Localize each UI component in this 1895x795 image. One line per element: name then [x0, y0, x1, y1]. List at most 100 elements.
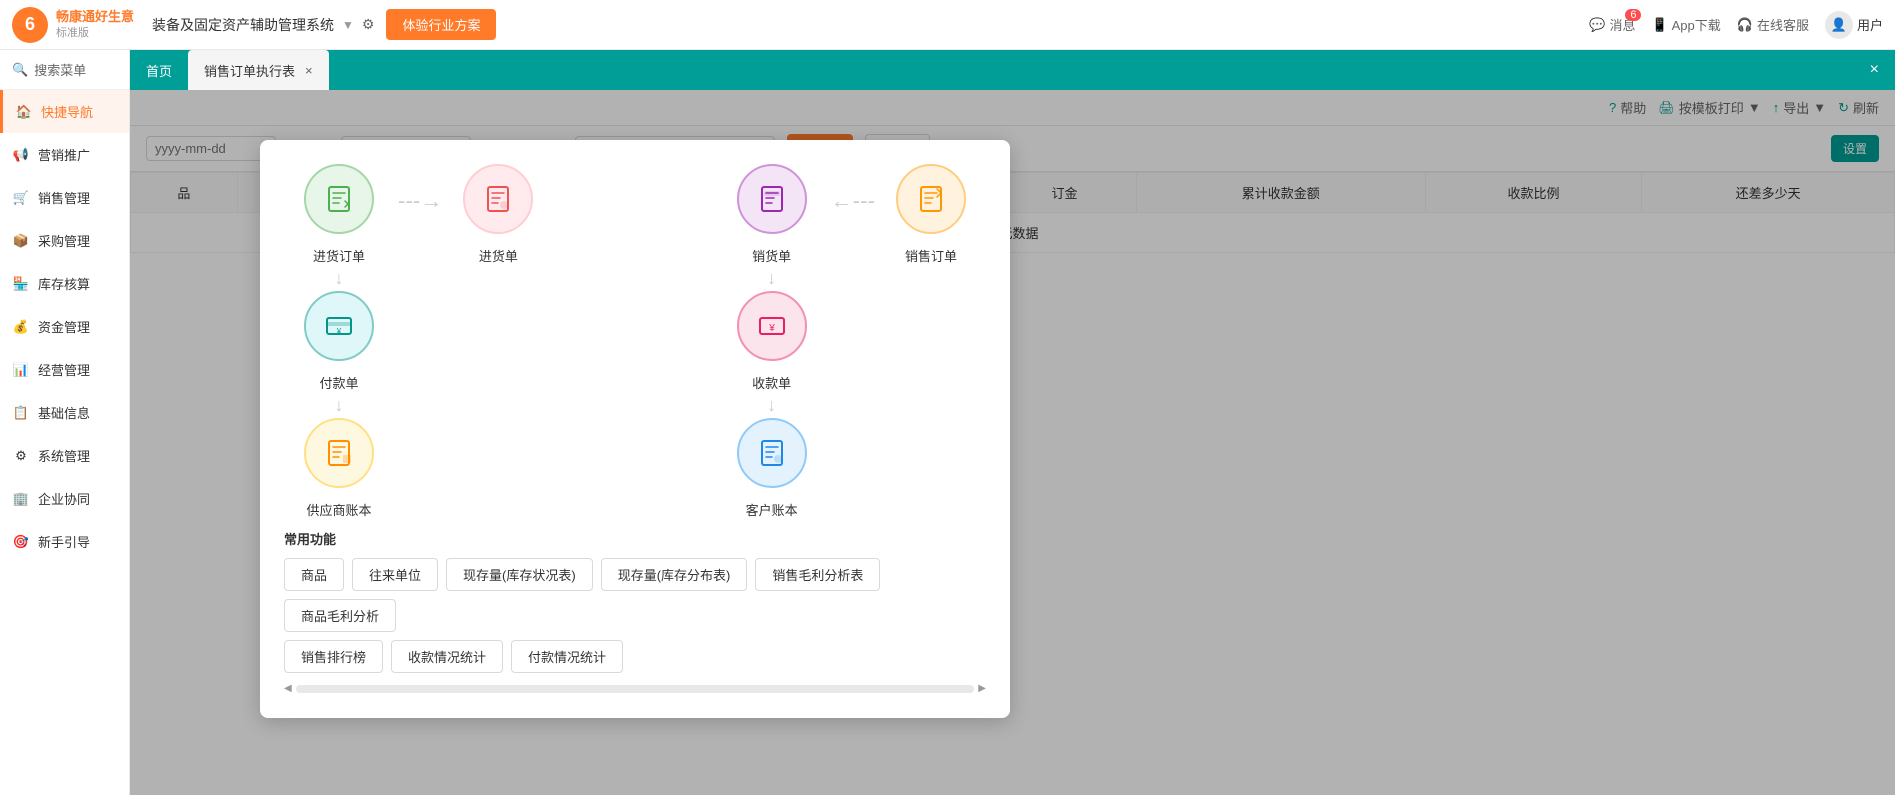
message-badge: 6 [1625, 9, 1641, 21]
tab-sales-order-label: 销售订单执行表 [204, 61, 295, 80]
message-icon: 💬 [1589, 17, 1605, 33]
sidebar-item-marketing[interactable]: 📢 营销推广 [0, 133, 129, 176]
purchase-order-circle [304, 164, 374, 234]
marketing-icon: 📢 [12, 146, 30, 164]
func-btn-stock-status[interactable]: 现存量(库存状况表) [446, 558, 593, 591]
sidebar-item-finance[interactable]: 💰 资金管理 [0, 305, 129, 348]
page-content: ? 帮助 🖨 按模板打印 ▼ ↑ 导出 ▼ [130, 90, 1895, 795]
newbie-icon: 🎯 [12, 533, 30, 551]
down-arrow-3: ↓ [335, 396, 344, 414]
sidebar-item-operations[interactable]: 📊 经营管理 [0, 348, 129, 391]
func-btn-product[interactable]: 商品 [284, 558, 344, 591]
sales-bill-circle [737, 164, 807, 234]
sidebar-item-label-quick-nav: 快捷导航 [41, 102, 93, 121]
supplier-ledger-circle [304, 418, 374, 488]
online-service-button[interactable]: 🎧 在线客服 [1737, 15, 1809, 34]
purchase-order-label: 进货订单 [313, 246, 365, 265]
func-buttons-row2: 销售排行榜 收款情况统计 付款情况统计 [284, 640, 986, 673]
app-download-label: App下载 [1672, 15, 1721, 34]
settings-gear-icon[interactable]: ⚙ [362, 16, 375, 33]
logo-text: 畅康通好生意 标准版 [56, 9, 134, 40]
scroll-row: ◀ ▶ [284, 683, 986, 694]
message-button[interactable]: 💬 消息 6 [1589, 15, 1635, 34]
flow-item-purchase-order[interactable]: 进货订单 [304, 164, 374, 265]
flow-item-sales-bill[interactable]: 销货单 [737, 164, 807, 265]
sidebar-item-label-purchase: 采购管理 [38, 231, 90, 250]
svg-text:¥: ¥ [768, 323, 775, 334]
sidebar-item-corp[interactable]: 🏢 企业协同 [0, 477, 129, 520]
tab-home[interactable]: 首页 [130, 50, 188, 90]
func-btn-sales-gross[interactable]: 销售毛利分析表 [755, 558, 880, 591]
customer-ledger-label: 客户账本 [746, 500, 798, 519]
tab-close-icon[interactable]: × [305, 63, 313, 78]
payment-label: 付款单 [319, 373, 358, 392]
mobile-icon: 📱 [1651, 17, 1667, 33]
sidebar-item-inventory[interactable]: 🏪 库存核算 [0, 262, 129, 305]
flow-item-sales-order[interactable]: 销售订单 [896, 164, 966, 265]
sidebar-item-label-corp: 企业协同 [38, 489, 90, 508]
logo-area: 6 畅康通好生意 标准版 [12, 7, 142, 43]
flow-modal: 进货订单 ↓ ¥ 付款单 ↓ [260, 140, 1010, 718]
tab-bar-close-icon[interactable]: × [1854, 61, 1895, 79]
sidebar-item-label-newbie: 新手引导 [38, 532, 90, 551]
sidebar-item-label-finance: 资金管理 [38, 317, 90, 336]
user-menu[interactable]: 👤 用户 [1825, 11, 1883, 39]
tab-bar: 首页 销售订单执行表 × × [130, 50, 1895, 90]
experience-button[interactable]: 体验行业方案 [386, 9, 496, 40]
func-buttons-row1: 商品 往来单位 现存量(库存状况表) 现存量(库存分布表) 销售毛利分析表 商品… [284, 558, 986, 632]
sales-icon: 🛒 [12, 189, 30, 207]
sidebar-item-label-operations: 经营管理 [38, 360, 90, 379]
sidebar-item-label-marketing: 营销推广 [38, 145, 90, 164]
down-arrow-1: ↓ [335, 269, 344, 287]
arrow-sales-dashed: ← - - - [831, 188, 872, 214]
sidebar-item-sales[interactable]: 🛒 销售管理 [0, 176, 129, 219]
scroll-left-arrow[interactable]: ◀ [284, 683, 292, 694]
payment-circle: ¥ [304, 291, 374, 361]
system-icon: ⚙ [12, 447, 30, 465]
flow-item-supplier-ledger[interactable]: 供应商账本 [304, 418, 374, 519]
func-btn-receipt-stats[interactable]: 收款情况统计 [391, 640, 503, 673]
quick-nav-icon: 🏠 [15, 103, 33, 121]
arrow-purchase-dashed: - - - → [398, 188, 439, 214]
search-menu-label: 搜索菜单 [34, 60, 86, 79]
logo-main: 畅康通好生意 [56, 9, 134, 26]
common-func-title: 常用功能 [284, 529, 986, 548]
title-dropdown-arrow[interactable]: ▼ [342, 18, 354, 32]
receipt-circle: ¥ [737, 291, 807, 361]
sidebar-item-purchase[interactable]: 📦 采购管理 [0, 219, 129, 262]
sidebar-item-label-inventory: 库存核算 [38, 274, 90, 293]
sidebar-item-basic-info[interactable]: 📋 基础信息 [0, 391, 129, 434]
down-arrow-2: ↓ [767, 269, 776, 287]
search-menu-button[interactable]: 🔍 搜索菜单 [0, 50, 129, 90]
app-download-button[interactable]: 📱 App下载 [1651, 15, 1720, 34]
tab-sales-order[interactable]: 销售订单执行表 × [188, 50, 329, 90]
func-btn-sales-rank[interactable]: 销售排行榜 [284, 640, 383, 673]
func-btn-stock-dist[interactable]: 现存量(库存分布表) [601, 558, 748, 591]
main-layout: 🔍 搜索菜单 🏠 快捷导航 📢 营销推广 🛒 销售管理 📦 采购管理 🏪 [0, 50, 1895, 795]
svg-text:¥: ¥ [336, 327, 342, 336]
flow-item-customer-ledger[interactable]: 客户账本 [737, 418, 807, 519]
search-icon: 🔍 [12, 62, 28, 78]
supplier-ledger-label: 供应商账本 [306, 500, 371, 519]
sidebar-item-newbie[interactable]: 🎯 新手引导 [0, 520, 129, 563]
flow-item-receipt[interactable]: ¥ 收款单 [737, 291, 807, 392]
func-btn-product-gross[interactable]: 商品毛利分析 [284, 599, 396, 632]
flow-item-purchase-bill[interactable]: 进货单 [463, 164, 533, 265]
scroll-track[interactable] [296, 685, 975, 693]
system-title-area: 装备及固定资产辅助管理系统 ▼ ⚙ 体验行业方案 [142, 9, 1589, 40]
common-func-section: 常用功能 商品 往来单位 现存量(库存状况表) 现存量(库存分布表) 销售毛利分… [284, 529, 986, 694]
sidebar-item-system[interactable]: ⚙ 系统管理 [0, 434, 129, 477]
receipt-label: 收款单 [752, 373, 791, 392]
func-btn-payment-stats[interactable]: 付款情况统计 [511, 640, 623, 673]
func-btn-contacts[interactable]: 往来单位 [352, 558, 438, 591]
customer-ledger-circle [737, 418, 807, 488]
sidebar-item-label-sales: 销售管理 [38, 188, 90, 207]
purchase-icon: 📦 [12, 232, 30, 250]
modal-overlay[interactable]: 进货订单 ↓ ¥ 付款单 ↓ [130, 90, 1895, 795]
flow-item-payment[interactable]: ¥ 付款单 [304, 291, 374, 392]
tab-home-label: 首页 [146, 61, 172, 80]
top-right-area: 💬 消息 6 📱 App下载 🎧 在线客服 👤 用户 [1589, 11, 1883, 39]
sidebar-item-quick-nav[interactable]: 🏠 快捷导航 [0, 90, 129, 133]
scroll-right-arrow[interactable]: ▶ [978, 683, 986, 694]
top-bar: 6 畅康通好生意 标准版 装备及固定资产辅助管理系统 ▼ ⚙ 体验行业方案 💬 … [0, 0, 1895, 50]
